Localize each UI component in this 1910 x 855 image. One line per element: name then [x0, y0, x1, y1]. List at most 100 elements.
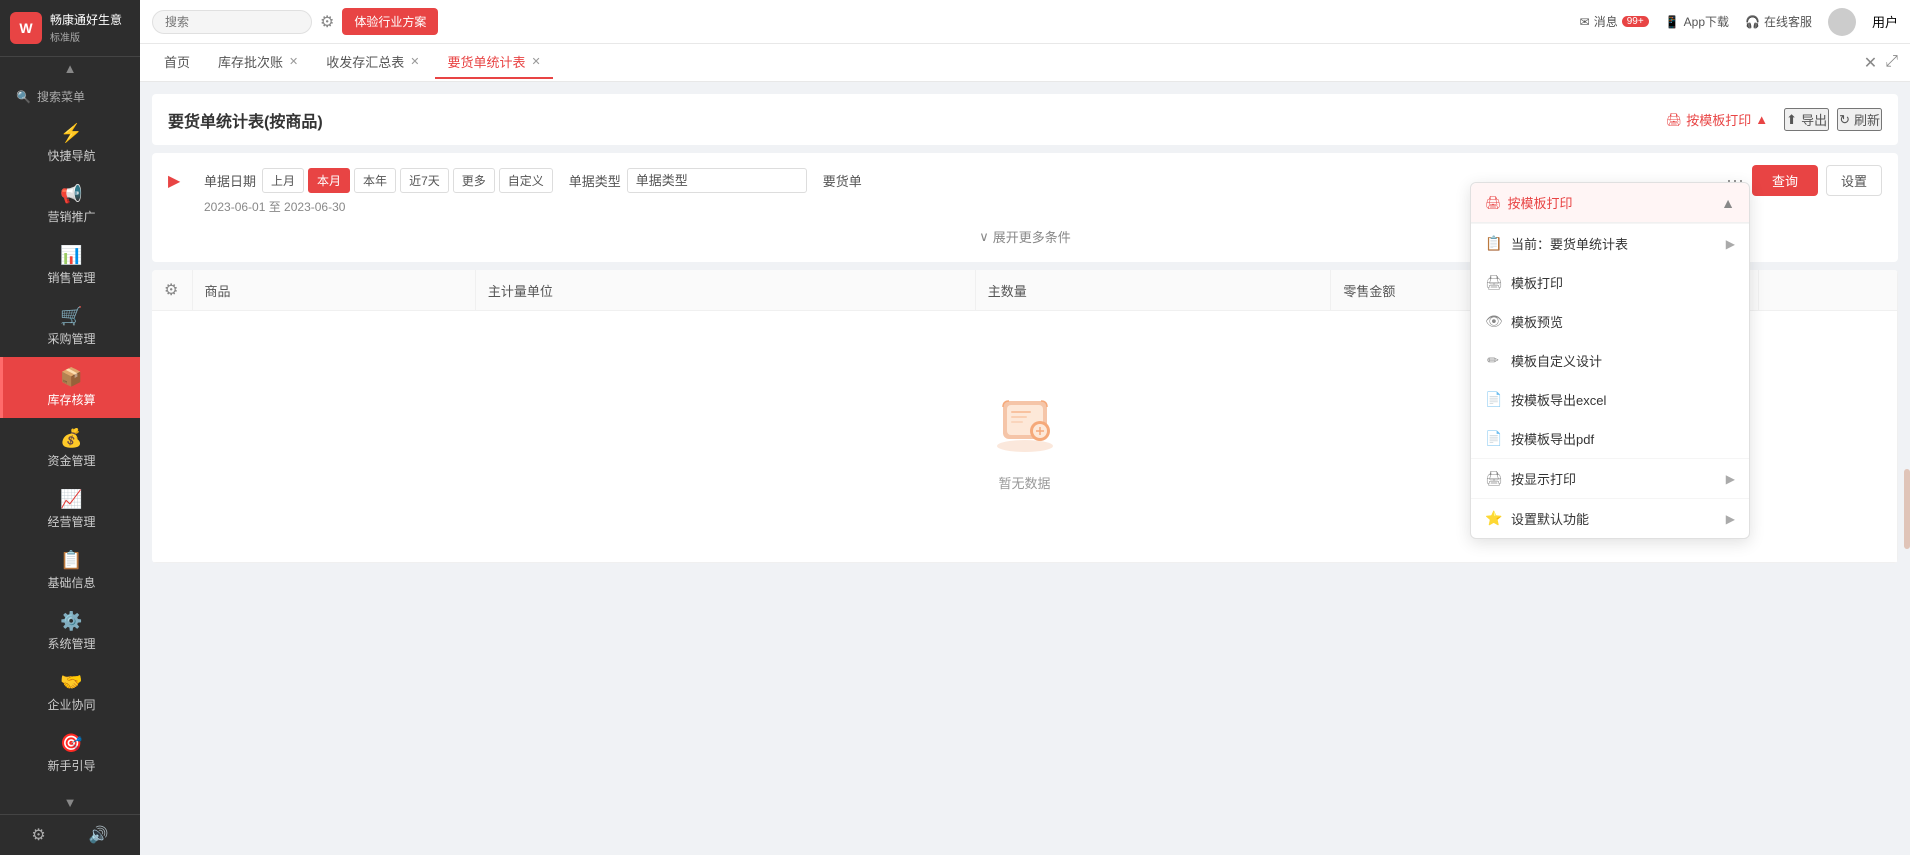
tab-receipt-summary-label: 收发存汇总表	[326, 52, 404, 71]
sidebar-item-inventory[interactable]: 📦 库存核算	[0, 357, 140, 418]
scroll-down-btn[interactable]: ▼	[0, 791, 140, 814]
col-extra	[1759, 270, 1898, 311]
doc-type-select[interactable]: 单据类型	[627, 168, 807, 193]
sidebar-item-label: 营销推广	[47, 208, 95, 225]
refresh-label: 刷新	[1854, 110, 1880, 129]
printer-icon: 🖨	[1666, 112, 1683, 128]
main-area: ⚙ 体验行业方案 ✉ 消息 99+ 📱 App下载 🎧 在线客服 用户 首页	[140, 0, 1910, 855]
sidebar-item-finance[interactable]: 💰 资金管理	[0, 418, 140, 479]
footer-settings-btn[interactable]: ⚙	[31, 825, 45, 845]
print-dropdown-menu: 🖨 按模板打印 ▲ 📋 当前：要货单统计表 ▶ 🖨 模板打印 👁 模板预览	[1470, 182, 1750, 539]
search-label: 搜索菜单	[37, 88, 85, 105]
basic-icon: 📋	[60, 550, 82, 571]
date-btn-prev-month[interactable]: 上月	[262, 168, 304, 193]
scroll-hint[interactable]	[1904, 469, 1910, 549]
filter-expand-icon[interactable]: ▶	[168, 171, 188, 191]
col-quantity-label: 主数量	[988, 284, 1027, 299]
settings-btn[interactable]: 设置	[1826, 165, 1882, 196]
maximize-window-btn[interactable]: ⤢	[1885, 53, 1898, 73]
tab-inventory-batch-label: 库存批次账	[218, 52, 283, 71]
current-template-label: 当前：要货单统计表	[1511, 234, 1628, 253]
export-label: 导出	[1801, 110, 1827, 129]
sidebar-search[interactable]: 🔍 搜索菜单	[0, 80, 140, 113]
online-service-btn[interactable]: 🎧 在线客服	[1745, 13, 1812, 30]
export-btn[interactable]: ⬆ 导出	[1784, 108, 1829, 131]
sidebar-item-shortcut[interactable]: ⚡ 快捷导航	[0, 113, 140, 174]
topbar-search-input[interactable]	[152, 10, 312, 34]
tab-order-stats[interactable]: 要货单统计表 ✕	[435, 46, 552, 79]
avatar[interactable]	[1828, 8, 1856, 36]
purchase-icon: 🛒	[60, 306, 82, 327]
sidebar-item-basic[interactable]: 📋 基础信息	[0, 540, 140, 601]
refresh-btn[interactable]: ↻ 刷新	[1837, 108, 1882, 131]
template-preview-item[interactable]: 👁 模板预览	[1471, 302, 1749, 341]
date-btn-more[interactable]: 更多	[453, 168, 495, 193]
export-icon: ⬆	[1786, 112, 1797, 128]
set-default-icon: ⭐	[1485, 510, 1501, 527]
online-service-label: 在线客服	[1764, 13, 1812, 30]
sidebar-item-system[interactable]: ⚙️ 系统管理	[0, 601, 140, 662]
current-template-item[interactable]: 📋 当前：要货单统计表 ▶	[1471, 223, 1749, 263]
doc-type-filter: 单据类型 单据类型	[569, 168, 807, 193]
column-settings-icon[interactable]: ⚙	[164, 282, 178, 299]
col-product: 商品	[192, 270, 475, 311]
template-excel-item[interactable]: 📄 按模板导出excel	[1471, 380, 1749, 419]
template-print-item[interactable]: 🖨 模板打印	[1471, 263, 1749, 302]
display-print-label: 按显示打印	[1511, 469, 1576, 488]
set-default-section[interactable]: ⭐ 设置默认功能 ▶	[1471, 498, 1749, 538]
tab-inventory-batch-close[interactable]: ✕	[289, 55, 298, 68]
template-print-label: 模板打印	[1511, 273, 1563, 292]
sidebar-item-purchase[interactable]: 🛒 采购管理	[0, 296, 140, 357]
logo-icon: W	[10, 12, 42, 44]
trial-btn[interactable]: 体验行业方案	[342, 8, 438, 35]
col-unit-label: 主计量单位	[488, 284, 553, 299]
sidebar-item-sales[interactable]: 📊 销售管理	[0, 235, 140, 296]
col-quantity: 主数量	[975, 270, 1331, 311]
footer-sound-btn[interactable]: 🔊	[89, 825, 109, 845]
sidebar-item-operation[interactable]: 📈 经营管理	[0, 479, 140, 540]
messages-label: 消息	[1594, 13, 1618, 30]
date-btn-this-month[interactable]: 本月	[308, 168, 350, 193]
messages-btn[interactable]: ✉ 消息 99+	[1580, 13, 1649, 30]
date-filter: 单据日期 上月 本月 本年 近7天 更多 自定义	[204, 168, 553, 193]
date-label: 单据日期	[204, 171, 256, 190]
message-icon: ✉	[1580, 15, 1590, 29]
close-window-btn[interactable]: ✕	[1864, 53, 1877, 73]
messages-badge: 99+	[1622, 16, 1649, 27]
date-btn-custom[interactable]: 自定义	[499, 168, 553, 193]
topbar-gear-icon[interactable]: ⚙	[320, 12, 334, 32]
tab-order-stats-close[interactable]: ✕	[532, 55, 541, 68]
tab-home[interactable]: 首页	[152, 46, 202, 79]
app-download-btn[interactable]: 📱 App下载	[1665, 13, 1729, 30]
sidebar-item-appstore[interactable]: 🔲 应用中心	[0, 784, 140, 791]
sidebar-item-enterprise[interactable]: 🤝 企业协同	[0, 662, 140, 723]
col-product-label: 商品	[205, 284, 231, 299]
dropdown-close-btn[interactable]: ▲	[1721, 195, 1735, 211]
template-preview-icon: 👁	[1485, 313, 1501, 330]
current-template-icon: 📋	[1485, 235, 1501, 252]
template-custom-icon: ✏	[1485, 352, 1501, 369]
date-btn-this-year[interactable]: 本年	[354, 168, 396, 193]
scroll-up-btn[interactable]: ▲	[0, 57, 140, 80]
tab-inventory-batch[interactable]: 库存批次账 ✕	[206, 46, 310, 79]
app-download-label: App下载	[1684, 13, 1729, 30]
template-pdf-item[interactable]: 📄 按模板导出pdf	[1471, 419, 1749, 458]
finance-icon: 💰	[60, 428, 82, 449]
tab-receipt-summary-close[interactable]: ✕	[410, 55, 419, 68]
query-btn[interactable]: 查询	[1752, 165, 1818, 196]
sidebar-item-guide[interactable]: 🎯 新手引导	[0, 723, 140, 784]
display-print-chevron: ▶	[1726, 472, 1735, 486]
inventory-icon: 📦	[60, 367, 82, 388]
sidebar-item-marketing[interactable]: 📢 营销推广	[0, 174, 140, 235]
date-btn-7days[interactable]: 近7天	[400, 168, 449, 193]
print-btn[interactable]: 🖨 按模板打印 ▲	[1658, 106, 1776, 133]
display-print-section[interactable]: 🖨 按显示打印 ▶	[1471, 458, 1749, 498]
template-excel-icon: 📄	[1485, 391, 1501, 408]
template-custom-item[interactable]: ✏ 模板自定义设计	[1471, 341, 1749, 380]
shortcut-icon: ⚡	[60, 123, 82, 144]
page-header: 要货单统计表(按商品) 🖨 按模板打印 ▲ ⬆ 导出 ↻ 刷新	[152, 94, 1898, 145]
tabs-bar: 首页 库存批次账 ✕ 收发存汇总表 ✕ 要货单统计表 ✕ ✕ ⤢	[140, 44, 1910, 82]
tab-receipt-summary[interactable]: 收发存汇总表 ✕	[314, 46, 431, 79]
sidebar-item-label: 经营管理	[47, 513, 95, 530]
dropdown-header: 🖨 按模板打印 ▲	[1471, 183, 1749, 223]
